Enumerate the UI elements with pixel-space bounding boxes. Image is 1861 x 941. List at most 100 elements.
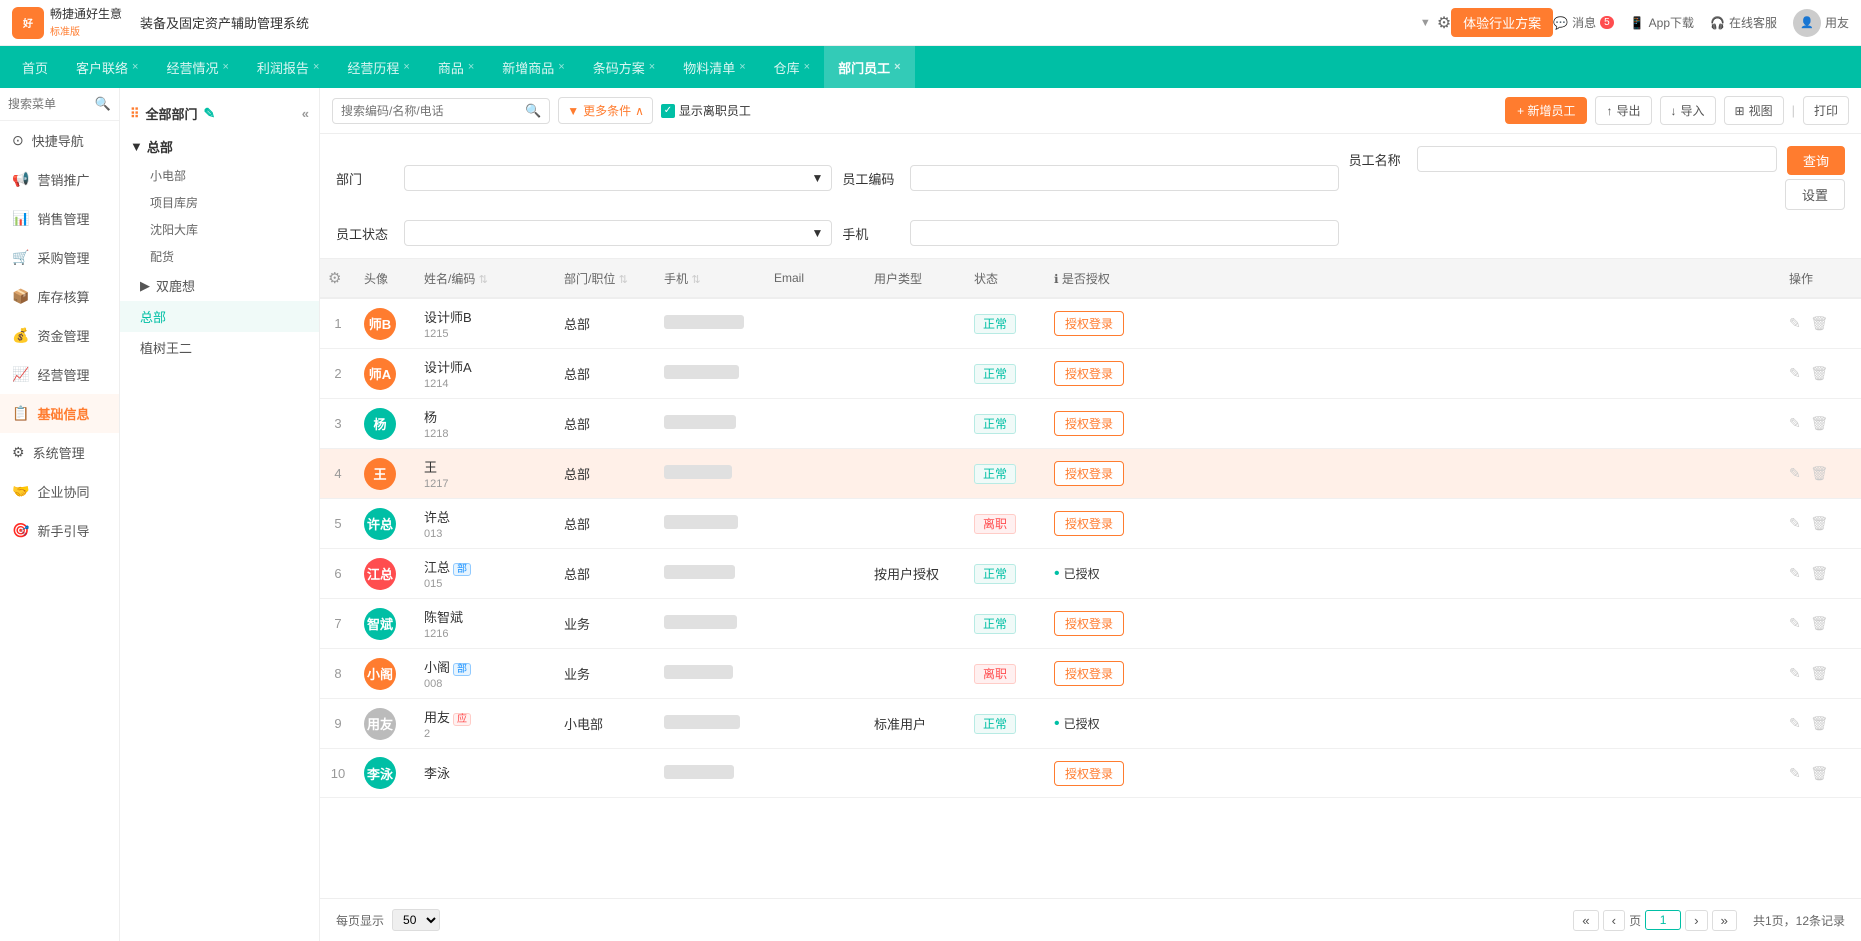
- sidebar-item-operation-mgmt[interactable]: 📈经营管理: [0, 355, 119, 394]
- tab-barcode[interactable]: 条码方案 ×: [579, 46, 669, 88]
- phone-input[interactable]: [910, 220, 1338, 246]
- delete-button[interactable]: 🗑: [1810, 715, 1828, 731]
- sidebar-item-marketing[interactable]: 📢营销推广: [0, 160, 119, 199]
- sidebar-item-purchase[interactable]: 🛒采购管理: [0, 238, 119, 277]
- view-button[interactable]: ⊞ 视图: [1724, 96, 1784, 125]
- delete-button[interactable]: 🗑: [1810, 765, 1828, 781]
- tree-item-distribution[interactable]: 配货: [120, 243, 319, 270]
- add-employee-button[interactable]: + 新增员工: [1505, 97, 1587, 124]
- show-resigned-toggle[interactable]: ✓ 显示离职员工: [661, 102, 751, 119]
- tree-item-shenyang[interactable]: 沈阳大库: [120, 216, 319, 243]
- more-conditions-button[interactable]: ▼ 更多条件 ∧: [558, 97, 653, 124]
- sidebar-search-input[interactable]: [8, 97, 91, 111]
- set-button[interactable]: 设置: [1785, 179, 1845, 210]
- tab-close-profit[interactable]: ×: [313, 61, 319, 73]
- edit-button[interactable]: ✎: [1789, 315, 1801, 331]
- sidebar-item-guide[interactable]: 🎯新手引导: [0, 511, 119, 550]
- tree-edit-icon[interactable]: ✎: [204, 105, 216, 122]
- edit-button[interactable]: ✎: [1789, 715, 1801, 731]
- prev-page-button[interactable]: ‹: [1603, 910, 1625, 931]
- sidebar-item-finance[interactable]: 💰资金管理: [0, 316, 119, 355]
- sidebar-item-system[interactable]: ⚙系统管理: [0, 433, 119, 472]
- auth-login-button[interactable]: 授权登录: [1054, 411, 1124, 436]
- next-page-button[interactable]: ›: [1685, 910, 1707, 931]
- sidebar-item-collab[interactable]: 🤝企业协同: [0, 472, 119, 511]
- last-page-button[interactable]: »: [1712, 910, 1737, 931]
- export-button[interactable]: ↑ 导出: [1595, 96, 1651, 125]
- show-resigned-checkbox[interactable]: ✓: [661, 104, 675, 118]
- tree-item-project-warehouse[interactable]: 项目库房: [120, 189, 319, 216]
- user-menu[interactable]: 👤 用友: [1793, 9, 1849, 37]
- tab-operation[interactable]: 经营情况 ×: [152, 46, 242, 88]
- tab-goods[interactable]: 商品 ×: [424, 46, 488, 88]
- tab-close-bom[interactable]: ×: [739, 61, 745, 73]
- delete-button[interactable]: 🗑: [1810, 565, 1828, 581]
- edit-button[interactable]: ✎: [1789, 615, 1801, 631]
- experience-button[interactable]: 体验行业方案: [1451, 8, 1553, 37]
- tab-history[interactable]: 经营历程 ×: [333, 46, 423, 88]
- tab-close-warehouse[interactable]: ×: [804, 61, 810, 73]
- tab-warehouse[interactable]: 仓库 ×: [760, 46, 824, 88]
- edit-button[interactable]: ✎: [1789, 565, 1801, 581]
- print-button[interactable]: 打印: [1803, 96, 1849, 125]
- col-phone[interactable]: 手机 ⇅: [656, 259, 766, 298]
- emp-status-select[interactable]: ▼: [404, 220, 832, 246]
- delete-button[interactable]: 🗑: [1810, 515, 1828, 531]
- col-name-code[interactable]: 姓名/编码 ⇅: [416, 259, 556, 298]
- col-dept-position[interactable]: 部门/职位 ⇅: [556, 259, 656, 298]
- system-title-dropdown[interactable]: ▼: [1420, 17, 1431, 29]
- tab-add-goods[interactable]: 新增商品 ×: [488, 46, 578, 88]
- delete-button[interactable]: 🗑: [1810, 465, 1828, 481]
- auth-login-button[interactable]: 授权登录: [1054, 761, 1124, 786]
- sidebar-item-base-info[interactable]: 📋基础信息: [0, 394, 119, 433]
- edit-button[interactable]: ✎: [1789, 365, 1801, 381]
- tree-group-headquarters[interactable]: ▼ 总部: [120, 131, 319, 162]
- tab-close-add-goods[interactable]: ×: [558, 61, 564, 73]
- tab-close-goods[interactable]: ×: [468, 61, 474, 73]
- tab-close-history[interactable]: ×: [403, 61, 409, 73]
- tab-profit[interactable]: 利润报告 ×: [243, 46, 333, 88]
- online-service-button[interactable]: 🎧 在线客服: [1710, 14, 1777, 31]
- settings-icon[interactable]: ⚙: [1437, 13, 1451, 33]
- tab-close-department[interactable]: ×: [894, 61, 900, 73]
- emp-name-input[interactable]: [1417, 146, 1777, 172]
- sidebar-item-nav[interactable]: ⊙快捷导航: [0, 121, 119, 160]
- table-settings-icon[interactable]: ⚙: [328, 270, 341, 287]
- auth-login-button[interactable]: 授权登录: [1054, 311, 1124, 336]
- auth-login-button[interactable]: 授权登录: [1054, 611, 1124, 636]
- sidebar-item-sales[interactable]: 📊销售管理: [0, 199, 119, 238]
- tree-item-plant-king[interactable]: 植树王二: [120, 332, 319, 363]
- tree-item-double-deer[interactable]: ▶ 双鹿想: [120, 270, 319, 301]
- tab-close-operation[interactable]: ×: [222, 61, 228, 73]
- emp-code-input[interactable]: [910, 165, 1338, 191]
- app-download-button[interactable]: 📱 App下载: [1630, 14, 1694, 31]
- delete-button[interactable]: 🗑: [1810, 365, 1828, 381]
- delete-button[interactable]: 🗑: [1810, 615, 1828, 631]
- search-input[interactable]: [341, 104, 521, 118]
- tab-close-barcode[interactable]: ×: [649, 61, 655, 73]
- message-button[interactable]: 💬 消息 5: [1553, 14, 1614, 31]
- auth-login-button[interactable]: 授权登录: [1054, 361, 1124, 386]
- import-button[interactable]: ↓ 导入: [1660, 96, 1716, 125]
- delete-button[interactable]: 🗑: [1810, 315, 1828, 331]
- tree-collapse-button[interactable]: «: [302, 106, 309, 121]
- tab-home[interactable]: 首页: [8, 46, 62, 88]
- edit-button[interactable]: ✎: [1789, 765, 1801, 781]
- tree-item-small-electric[interactable]: 小电部: [120, 162, 319, 189]
- edit-button[interactable]: ✎: [1789, 465, 1801, 481]
- first-page-button[interactable]: «: [1573, 910, 1598, 931]
- edit-button[interactable]: ✎: [1789, 515, 1801, 531]
- delete-button[interactable]: 🗑: [1810, 415, 1828, 431]
- delete-button[interactable]: 🗑: [1810, 665, 1828, 681]
- tab-bom[interactable]: 物料清单 ×: [669, 46, 759, 88]
- page-number-input[interactable]: [1645, 910, 1681, 930]
- query-button[interactable]: 查询: [1787, 146, 1845, 175]
- auth-login-button[interactable]: 授权登录: [1054, 661, 1124, 686]
- dept-select[interactable]: ▼: [404, 165, 832, 191]
- tab-close-customer[interactable]: ×: [132, 61, 138, 73]
- tree-item-headquarters[interactable]: 总部: [120, 301, 319, 332]
- per-page-select[interactable]: 50: [392, 909, 440, 931]
- tab-customer[interactable]: 客户联络 ×: [62, 46, 152, 88]
- tab-department[interactable]: 部门员工 ×: [824, 46, 914, 88]
- print-icon[interactable]: |: [1792, 103, 1795, 118]
